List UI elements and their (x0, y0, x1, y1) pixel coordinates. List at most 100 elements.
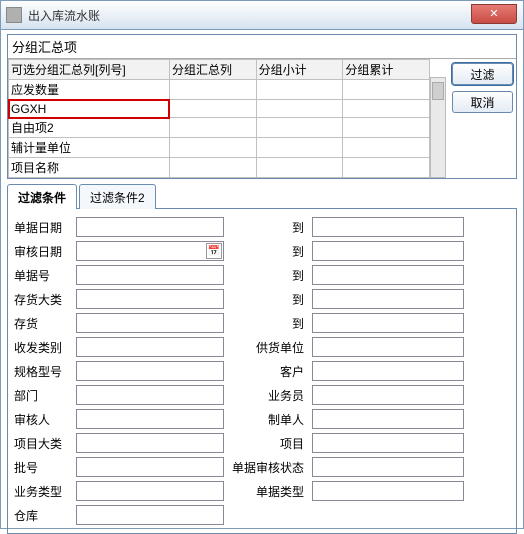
filter-label-left: 项目大类 (14, 435, 72, 452)
filter-input-left[interactable] (76, 217, 224, 237)
filter-input-left[interactable] (76, 481, 224, 501)
group-table[interactable]: 可选分组汇总列[列号]分组汇总列分组小计分组累计 应发数量GGXH自由项2辅计量… (8, 59, 430, 178)
table-scrollbar[interactable] (430, 77, 446, 178)
table-cell[interactable] (256, 80, 343, 100)
column-header[interactable]: 分组小计 (256, 60, 343, 80)
filter-label-right: 供货单位 (228, 339, 308, 356)
filter-input-right[interactable] (312, 337, 464, 357)
filter-input-left[interactable] (76, 289, 224, 309)
table-cell[interactable] (343, 158, 430, 178)
table-row[interactable]: 应发数量 (9, 80, 430, 100)
table-cell[interactable]: 自由项2 (9, 118, 170, 138)
filter-input-right[interactable] (312, 313, 464, 333)
filter-label-right: 项目 (228, 435, 308, 452)
filter-row: 业务类型单据类型 (14, 481, 510, 501)
filter-input-right[interactable] (312, 361, 464, 381)
filter-label-right: 业务员 (228, 387, 308, 404)
filter-label-right: 到 (228, 315, 308, 332)
filter-label-left: 仓库 (14, 507, 72, 524)
filter-row: 项目大类 项目 (14, 433, 510, 453)
filter-input-right[interactable] (312, 385, 464, 405)
filter-label-left: 审核人 (14, 411, 72, 428)
table-cell[interactable] (256, 138, 343, 158)
table-cell[interactable] (343, 138, 430, 158)
filter-row: 收发类别 供货单位 (14, 337, 510, 357)
group-title: 分组汇总项 (8, 35, 516, 59)
filter-input-right[interactable] (312, 241, 464, 261)
filter-label-right: 单据类型 (228, 483, 308, 500)
filter-label-right: 客户 (228, 363, 308, 380)
filter-label-right: 单据审核状态 (228, 459, 308, 476)
filter-label-left: 存货 (14, 315, 72, 332)
filter-row: 审核日期 📅 到 (14, 241, 510, 261)
filter-input-left[interactable] (76, 433, 224, 453)
tab-filter1[interactable]: 过滤条件 (7, 184, 77, 209)
tabs: 过滤条件 过滤条件2 (7, 183, 517, 209)
table-cell[interactable] (343, 118, 430, 138)
filter-input-left[interactable] (76, 385, 224, 405)
filter-label-left: 存货大类 (14, 291, 72, 308)
table-cell[interactable]: GGXH (9, 100, 170, 118)
column-header[interactable]: 分组汇总列 (169, 60, 256, 80)
titlebar: 出入库流水账 ✕ (0, 0, 524, 30)
table-row[interactable]: 自由项2 (9, 118, 430, 138)
filter-label-left: 单据日期 (14, 219, 72, 236)
filter-input-left[interactable] (76, 337, 224, 357)
filter-input-left[interactable] (76, 361, 224, 381)
filter-input-left[interactable] (76, 457, 224, 477)
table-cell[interactable] (169, 100, 256, 118)
filter-input-right[interactable] (312, 457, 464, 477)
table-cell[interactable] (169, 118, 256, 138)
filter-row: 规格型号 客户 (14, 361, 510, 381)
tab-filter2[interactable]: 过滤条件2 (79, 184, 156, 209)
app-icon (6, 7, 22, 23)
table-cell[interactable]: 应发数量 (9, 80, 170, 100)
cancel-button[interactable]: 取消 (452, 91, 513, 113)
filter-label-right: 到 (228, 243, 308, 260)
table-cell[interactable] (256, 100, 343, 118)
filter-input-right[interactable] (312, 217, 464, 237)
table-cell[interactable] (256, 158, 343, 178)
table-row[interactable]: GGXH (9, 100, 430, 118)
filter-input-right[interactable] (312, 409, 464, 429)
filter-input-right[interactable] (312, 289, 464, 309)
filter-row: 单据日期 到 (14, 217, 510, 237)
group-summary-box: 分组汇总项 可选分组汇总列[列号]分组汇总列分组小计分组累计 应发数量GGXH自… (7, 34, 517, 179)
table-cell[interactable] (343, 80, 430, 100)
filter-row: 存货 到 (14, 313, 510, 333)
client-area: 分组汇总项 可选分组汇总列[列号]分组汇总列分组小计分组累计 应发数量GGXH自… (0, 30, 524, 529)
filter-input-right[interactable] (312, 265, 464, 285)
filter-input-left[interactable] (76, 265, 224, 285)
filter-input-left[interactable] (76, 505, 224, 525)
filter-button[interactable]: 过滤 (452, 63, 513, 85)
filter-input-right[interactable] (312, 481, 464, 501)
close-button[interactable]: ✕ (471, 4, 517, 24)
filter-input-right[interactable] (312, 433, 464, 453)
table-row[interactable]: 辅计量单位 (9, 138, 430, 158)
filter-label-left: 规格型号 (14, 363, 72, 380)
filter-label-right: 到 (228, 267, 308, 284)
filter-label-left: 单据号 (14, 267, 72, 284)
filter-row: 仓库 (14, 505, 510, 525)
filter-input-left[interactable] (76, 409, 224, 429)
filter-label-left: 收发类别 (14, 339, 72, 356)
filter-label-right: 到 (228, 219, 308, 236)
table-cell[interactable] (256, 118, 343, 138)
filter-row: 批号单据审核状态 (14, 457, 510, 477)
table-cell[interactable] (343, 100, 430, 118)
filter-input-left[interactable] (76, 241, 224, 261)
table-row[interactable]: 项目名称 (9, 158, 430, 178)
filter-input-left[interactable] (76, 313, 224, 333)
filter-panel: 单据日期到审核日期📅到单据号到存货大类到存货到收发类别供货单位规格型号客户部门业… (7, 209, 517, 534)
column-header[interactable]: 可选分组汇总列[列号] (9, 60, 170, 80)
table-cell[interactable]: 辅计量单位 (9, 138, 170, 158)
calendar-icon[interactable]: 📅 (206, 243, 222, 259)
column-header[interactable]: 分组累计 (343, 60, 430, 80)
table-cell[interactable]: 项目名称 (9, 158, 170, 178)
table-cell[interactable] (169, 80, 256, 100)
filter-label-left: 审核日期 (14, 243, 72, 260)
filter-label-left: 部门 (14, 387, 72, 404)
window-title: 出入库流水账 (28, 7, 100, 24)
table-cell[interactable] (169, 138, 256, 158)
table-cell[interactable] (169, 158, 256, 178)
